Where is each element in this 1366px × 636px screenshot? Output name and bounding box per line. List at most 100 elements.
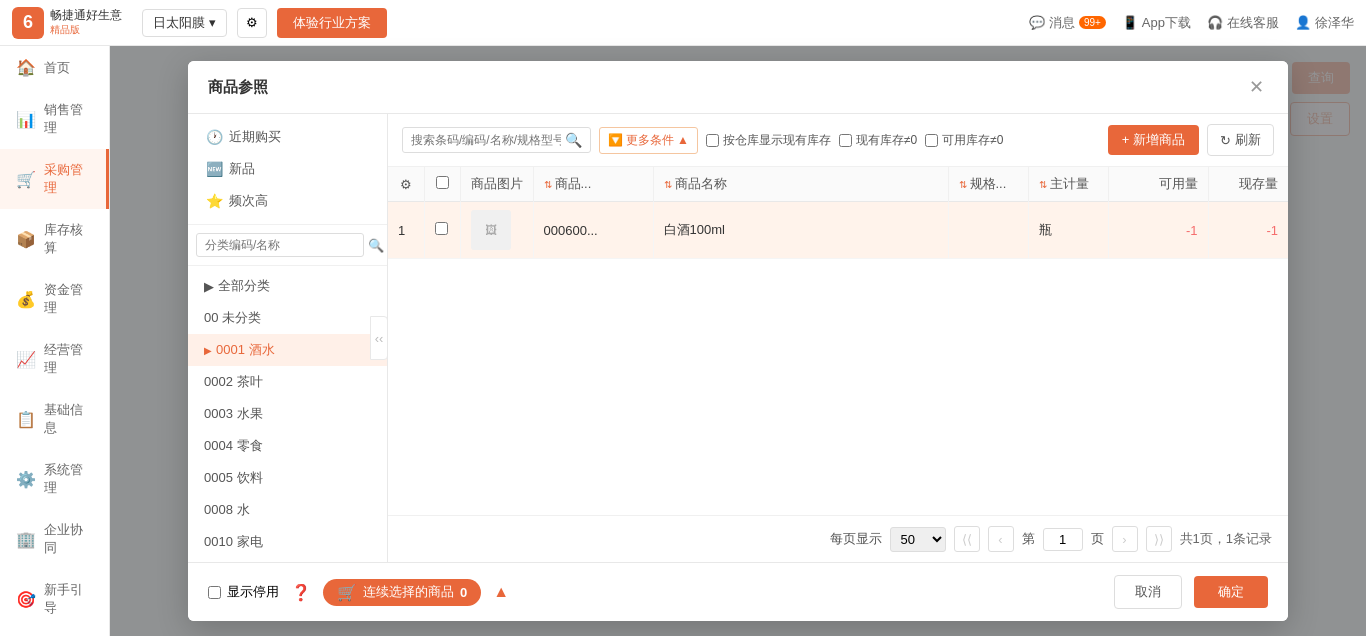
checkbox-by-warehouse-input[interactable] bbox=[706, 134, 719, 147]
page-last-btn[interactable]: ⟩⟩ bbox=[1146, 526, 1172, 552]
filter-icon: 🔽 bbox=[608, 133, 623, 147]
star-icon: ⭐ bbox=[206, 193, 223, 209]
th-code[interactable]: ⇅ 商品... bbox=[533, 167, 653, 202]
page-input[interactable] bbox=[1043, 528, 1083, 551]
logo-area: 6 畅捷通好生意 精品版 bbox=[12, 7, 132, 39]
continuous-select-label: 连续选择的商品 bbox=[363, 583, 454, 601]
cat-0010[interactable]: 0010 家电 bbox=[188, 526, 387, 558]
cat-0004-label: 0004 零食 bbox=[204, 437, 263, 455]
sidebar-item-enterprise[interactable]: 🏢 企业协同 bbox=[0, 509, 109, 569]
sidebar-item-inventory[interactable]: 📦 库存核算 bbox=[0, 209, 109, 269]
select-all-checkbox[interactable] bbox=[436, 176, 449, 189]
search-icon[interactable]: 🔍 bbox=[565, 132, 582, 148]
cart-count: 0 bbox=[460, 585, 467, 600]
cat-0008[interactable]: 0008 水 bbox=[188, 494, 387, 526]
cat-all[interactable]: ▶ 全部分类 bbox=[188, 270, 387, 302]
username: 徐泽华 bbox=[1315, 14, 1354, 32]
sidebar-item-appcenter[interactable]: 📱 应用中心 bbox=[0, 629, 109, 636]
cat-00[interactable]: 00 未分类 bbox=[188, 302, 387, 334]
app-download-btn[interactable]: 📱 App下载 bbox=[1122, 14, 1191, 32]
row-checkbox[interactable] bbox=[435, 222, 448, 235]
th-name[interactable]: ⇅ 商品名称 bbox=[653, 167, 948, 202]
quick-frequent[interactable]: ⭐ 频次高 bbox=[196, 186, 379, 216]
cat-0004[interactable]: 0004 零食 bbox=[188, 430, 387, 462]
confirm-btn[interactable]: 确定 bbox=[1194, 576, 1268, 608]
sidebar-item-guide[interactable]: 🎯 新手引导 bbox=[0, 569, 109, 629]
sort-icon: ⇅ bbox=[544, 179, 552, 190]
cat-0001[interactable]: ▶ 0001 酒水 bbox=[188, 334, 387, 366]
store-selector[interactable]: 日太阳膜 ▾ bbox=[142, 9, 227, 37]
pagination-row: 每页显示 50 20 100 ⟨⟨ ‹ 第 页 bbox=[388, 515, 1288, 562]
user-avatar[interactable]: 👤 徐泽华 bbox=[1295, 14, 1354, 32]
sidebar-item-operations[interactable]: 📈 经营管理 bbox=[0, 329, 109, 389]
checkbox-existing-stock[interactable]: 现有库存≠0 bbox=[839, 132, 917, 149]
online-service-btn[interactable]: 🎧 在线客服 bbox=[1207, 14, 1279, 32]
settings-icon[interactable]: ⚙ bbox=[237, 8, 267, 38]
new-icon: 🆕 bbox=[206, 161, 223, 177]
basic-icon: 📋 bbox=[16, 410, 36, 429]
product-thumbnail: 🖼 bbox=[471, 210, 511, 250]
page-label2: 页 bbox=[1091, 530, 1104, 548]
cat-0002[interactable]: 0002 茶叶 bbox=[188, 366, 387, 398]
operations-icon: 📈 bbox=[16, 350, 36, 369]
help-icon[interactable]: ❓ bbox=[291, 583, 311, 602]
checkbox-available-stock-label: 可用库存≠0 bbox=[942, 132, 1003, 149]
page-next-btn[interactable]: › bbox=[1112, 526, 1138, 552]
product-search-input[interactable] bbox=[411, 133, 561, 147]
checkbox-available-stock-input[interactable] bbox=[925, 134, 938, 147]
dialog-close-btn[interactable]: ✕ bbox=[1244, 75, 1268, 99]
sidebar-item-home[interactable]: 🏠 首页 bbox=[0, 46, 109, 89]
add-product-btn[interactable]: + 新增商品 bbox=[1108, 125, 1199, 155]
filter-more-btn[interactable]: 🔽 更多条件 ▲ bbox=[599, 127, 698, 154]
cat-00-label: 00 未分类 bbox=[204, 309, 261, 327]
cat-0001-label: 0001 酒水 bbox=[216, 341, 275, 359]
sidebar-item-basic[interactable]: 📋 基础信息 bbox=[0, 389, 109, 449]
sidebar-item-finance[interactable]: 💰 资金管理 bbox=[0, 269, 109, 329]
cat-0005[interactable]: 0005 饮料 bbox=[188, 462, 387, 494]
right-panel: 🔍 🔽 更多条件 ▲ 按仓库显示现有库存 bbox=[388, 114, 1288, 562]
th-spec[interactable]: ⇅ 规格... bbox=[948, 167, 1028, 202]
sidebar-item-system[interactable]: ⚙️ 系统管理 bbox=[0, 449, 109, 509]
user-icon: 👤 bbox=[1295, 15, 1311, 30]
sidebar-item-sales[interactable]: 📊 销售管理 bbox=[0, 89, 109, 149]
continuous-select-btn[interactable]: 🛒 连续选择的商品 0 bbox=[323, 579, 481, 606]
product-avail: -1 bbox=[1186, 223, 1198, 238]
category-search-icon[interactable]: 🔍 bbox=[368, 238, 384, 253]
message-btn[interactable]: 💬 消息 99+ bbox=[1029, 14, 1106, 32]
refresh-btn[interactable]: ↻ 刷新 bbox=[1207, 124, 1274, 156]
msg-badge: 99+ bbox=[1079, 16, 1106, 29]
page-prev-btn[interactable]: ‹ bbox=[988, 526, 1014, 552]
page-size-select[interactable]: 50 20 100 bbox=[890, 527, 946, 552]
gear-settings-icon[interactable]: ⚙ bbox=[400, 177, 412, 192]
sidebar-item-purchase[interactable]: 🛒 采购管理 bbox=[0, 149, 109, 209]
th-unit[interactable]: ⇅ 主计量 bbox=[1028, 167, 1108, 202]
category-panel: 🕐 近期购买 🆕 新品 ⭐ 频次高 bbox=[188, 114, 388, 562]
logo-icon: 6 bbox=[12, 7, 44, 39]
th-gear[interactable]: ⚙ bbox=[388, 167, 424, 202]
page-first-btn[interactable]: ⟨⟨ bbox=[954, 526, 980, 552]
show-disabled-input[interactable] bbox=[208, 586, 221, 599]
footer-collapse-icon[interactable]: ▲ bbox=[493, 583, 509, 601]
sort-unit-icon: ⇅ bbox=[1039, 179, 1047, 190]
search-bar: 🔍 🔽 更多条件 ▲ 按仓库显示现有库存 bbox=[388, 114, 1288, 167]
exp-btn[interactable]: 体验行业方案 bbox=[277, 8, 387, 38]
checkbox-by-warehouse[interactable]: 按仓库显示现有库存 bbox=[706, 132, 831, 149]
checkbox-available-stock[interactable]: 可用库存≠0 bbox=[925, 132, 1003, 149]
sort-spec-icon: ⇅ bbox=[959, 179, 967, 190]
table-row[interactable]: 1 🖼 bbox=[388, 202, 1288, 259]
checkbox-existing-stock-input[interactable] bbox=[839, 134, 852, 147]
td-check[interactable] bbox=[424, 202, 460, 259]
quick-recent[interactable]: 🕐 近期购买 bbox=[196, 122, 379, 152]
collapse-panel-btn[interactable]: ‹‹ bbox=[370, 316, 388, 360]
show-disabled-label: 显示停用 bbox=[227, 583, 279, 601]
show-disabled-checkbox[interactable]: 显示停用 bbox=[208, 583, 279, 601]
category-search-input[interactable] bbox=[196, 233, 364, 257]
home-icon: 🏠 bbox=[16, 58, 36, 77]
cat-0003[interactable]: 0003 水果 bbox=[188, 398, 387, 430]
search-input-wrap: 🔍 bbox=[402, 127, 591, 153]
quick-new[interactable]: 🆕 新品 bbox=[196, 154, 379, 184]
quick-access: 🕐 近期购买 🆕 新品 ⭐ 频次高 bbox=[188, 114, 387, 225]
cat-0002-label: 0002 茶叶 bbox=[204, 373, 263, 391]
th-check bbox=[424, 167, 460, 202]
cancel-btn[interactable]: 取消 bbox=[1114, 575, 1182, 609]
